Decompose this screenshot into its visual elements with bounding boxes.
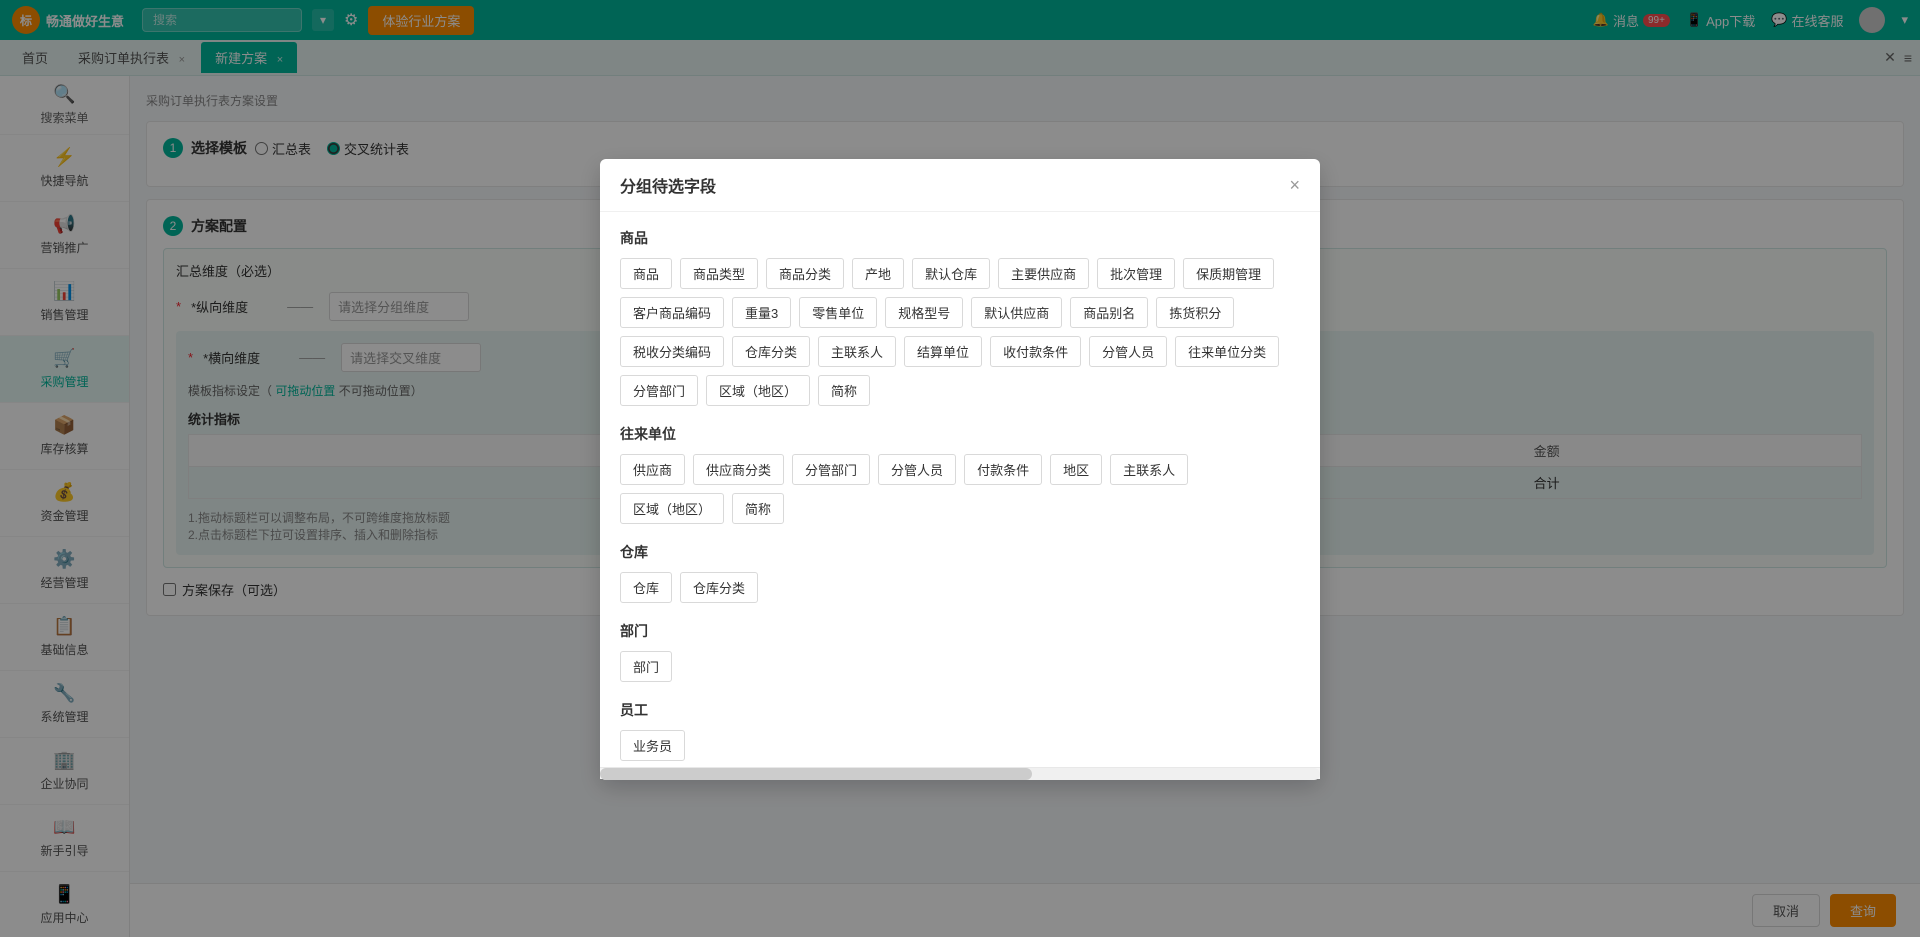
field-tag-goods-14[interactable]: 拣货积分 bbox=[1156, 297, 1234, 328]
modal-close-button[interactable]: × bbox=[1289, 176, 1300, 194]
modal-body[interactable]: 商品 商品 商品类型 商品分类 产地 默认仓库 主要供应商 批次管理 保质期管理… bbox=[600, 212, 1320, 767]
field-tag-goods-7[interactable]: 保质期管理 bbox=[1183, 258, 1274, 289]
field-tag-goods-11[interactable]: 规格型号 bbox=[885, 297, 963, 328]
field-tag-goods-19[interactable]: 收付款条件 bbox=[990, 336, 1081, 367]
modal-title: 分组待选字段 bbox=[620, 173, 716, 197]
field-tag-goods-20[interactable]: 分管人员 bbox=[1089, 336, 1167, 367]
field-tags-goods: 商品 商品类型 商品分类 产地 默认仓库 主要供应商 批次管理 保质期管理 客户… bbox=[620, 258, 1300, 406]
field-tag-goods-12[interactable]: 默认供应商 bbox=[971, 297, 1062, 328]
field-tag-goods-24[interactable]: 简称 bbox=[818, 375, 870, 406]
field-tags-partner: 供应商 供应商分类 分管部门 分管人员 付款条件 地区 主联系人 区域（地区） … bbox=[620, 454, 1300, 524]
field-tag-department-0[interactable]: 部门 bbox=[620, 651, 672, 682]
field-group-employee: 员工 业务员 bbox=[620, 700, 1300, 761]
field-tag-goods-9[interactable]: 重量3 bbox=[732, 297, 791, 328]
field-group-department: 部门 部门 bbox=[620, 621, 1300, 682]
field-tag-partner-7[interactable]: 区域（地区） bbox=[620, 493, 724, 524]
field-tag-goods-8[interactable]: 客户商品编码 bbox=[620, 297, 724, 328]
field-tag-partner-4[interactable]: 付款条件 bbox=[964, 454, 1042, 485]
field-tag-partner-3[interactable]: 分管人员 bbox=[878, 454, 956, 485]
field-tag-warehouse-0[interactable]: 仓库 bbox=[620, 572, 672, 603]
field-group-warehouse-title: 仓库 bbox=[620, 542, 1300, 562]
field-tag-goods-0[interactable]: 商品 bbox=[620, 258, 672, 289]
field-tag-goods-23[interactable]: 区域（地区） bbox=[706, 375, 810, 406]
field-tag-goods-21[interactable]: 往来单位分类 bbox=[1175, 336, 1279, 367]
field-tag-partner-0[interactable]: 供应商 bbox=[620, 454, 685, 485]
field-tag-goods-13[interactable]: 商品别名 bbox=[1070, 297, 1148, 328]
field-group-department-title: 部门 bbox=[620, 621, 1300, 641]
field-group-goods-title: 商品 bbox=[620, 228, 1300, 248]
field-tag-goods-3[interactable]: 产地 bbox=[852, 258, 904, 289]
field-tag-goods-18[interactable]: 结算单位 bbox=[904, 336, 982, 367]
field-group-employee-title: 员工 bbox=[620, 700, 1300, 720]
modal-horizontal-scrollbar[interactable] bbox=[600, 767, 1320, 779]
field-group-warehouse: 仓库 仓库 仓库分类 bbox=[620, 542, 1300, 603]
field-tag-goods-2[interactable]: 商品分类 bbox=[766, 258, 844, 289]
field-tag-partner-8[interactable]: 简称 bbox=[732, 493, 784, 524]
field-tag-goods-1[interactable]: 商品类型 bbox=[680, 258, 758, 289]
field-tag-goods-4[interactable]: 默认仓库 bbox=[912, 258, 990, 289]
modal-header: 分组待选字段 × bbox=[600, 159, 1320, 212]
field-tag-goods-10[interactable]: 零售单位 bbox=[799, 297, 877, 328]
field-tag-partner-6[interactable]: 主联系人 bbox=[1110, 454, 1188, 485]
field-tag-partner-5[interactable]: 地区 bbox=[1050, 454, 1102, 485]
field-group-partner-title: 往来单位 bbox=[620, 424, 1300, 444]
modal-overlay: 分组待选字段 × 商品 商品 商品类型 商品分类 产地 默认仓库 主要供应商 批… bbox=[0, 0, 1920, 937]
field-tags-warehouse: 仓库 仓库分类 bbox=[620, 572, 1300, 603]
field-tags-employee: 业务员 bbox=[620, 730, 1300, 761]
field-tag-goods-16[interactable]: 仓库分类 bbox=[732, 336, 810, 367]
field-group-partner: 往来单位 供应商 供应商分类 分管部门 分管人员 付款条件 地区 主联系人 区域… bbox=[620, 424, 1300, 524]
field-tag-partner-1[interactable]: 供应商分类 bbox=[693, 454, 784, 485]
field-tag-goods-15[interactable]: 税收分类编码 bbox=[620, 336, 724, 367]
field-tag-employee-0[interactable]: 业务员 bbox=[620, 730, 685, 761]
field-select-modal: 分组待选字段 × 商品 商品 商品类型 商品分类 产地 默认仓库 主要供应商 批… bbox=[600, 159, 1320, 779]
field-tag-goods-6[interactable]: 批次管理 bbox=[1097, 258, 1175, 289]
field-tag-goods-22[interactable]: 分管部门 bbox=[620, 375, 698, 406]
scrollbar-track bbox=[600, 768, 1320, 780]
field-tag-warehouse-1[interactable]: 仓库分类 bbox=[680, 572, 758, 603]
field-tag-goods-5[interactable]: 主要供应商 bbox=[998, 258, 1089, 289]
field-group-goods: 商品 商品 商品类型 商品分类 产地 默认仓库 主要供应商 批次管理 保质期管理… bbox=[620, 228, 1300, 406]
field-tags-department: 部门 bbox=[620, 651, 1300, 682]
scrollbar-thumb[interactable] bbox=[600, 768, 1032, 780]
field-tag-goods-17[interactable]: 主联系人 bbox=[818, 336, 896, 367]
field-tag-partner-2[interactable]: 分管部门 bbox=[792, 454, 870, 485]
